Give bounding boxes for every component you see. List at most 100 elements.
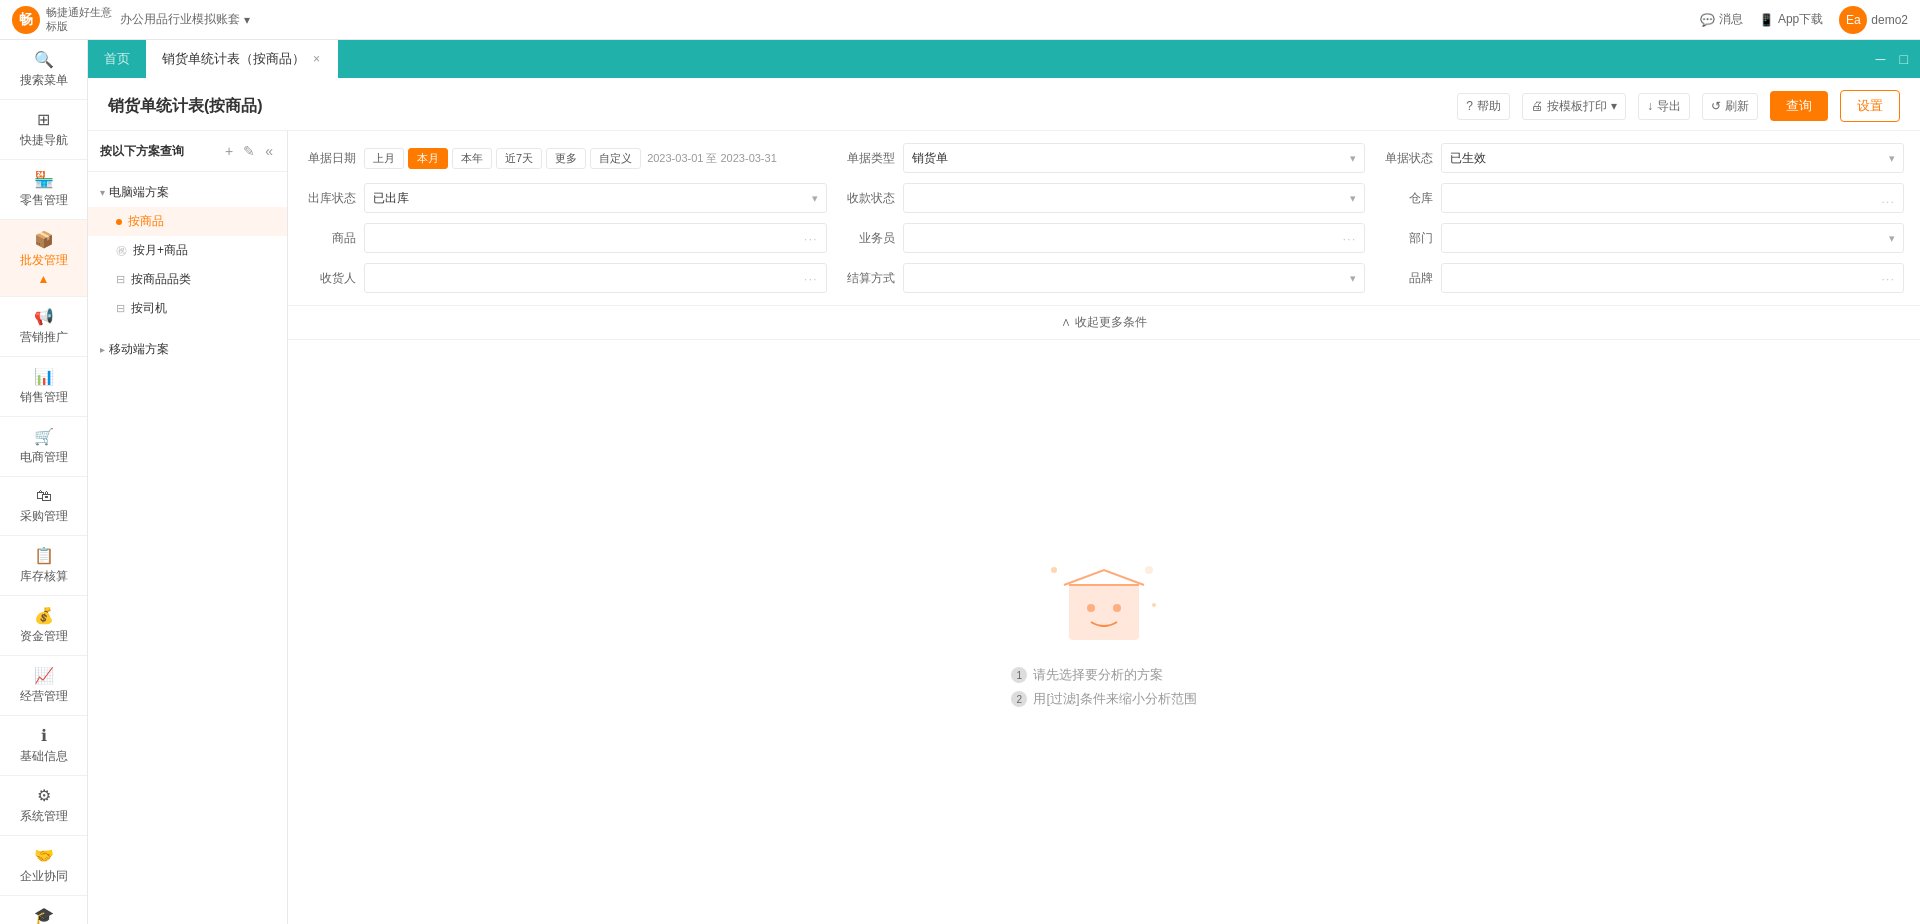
type-select[interactable]: 销货单 (903, 143, 1366, 173)
user-menu[interactable]: Ea demo2 (1839, 6, 1908, 34)
filter-cell-type: 单据类型 销货单 (843, 143, 1366, 173)
page-title: 销货单统计表(按商品) (108, 96, 263, 117)
dept-select[interactable] (1441, 223, 1904, 253)
tab-maximize-button[interactable]: □ (1896, 47, 1912, 71)
scheme-item-by-goods[interactable]: 按商品 (88, 207, 287, 236)
refresh-icon: ↺ (1711, 99, 1721, 113)
scheme-item-driver[interactable]: ⊟ 按司机 (88, 294, 287, 323)
filter-cell-date: 单据日期 上月 本月 本年 近7天 更多 自定义 (304, 148, 827, 169)
outstatus-select[interactable]: 已出库 (364, 183, 827, 213)
inventory-icon: 📋 (34, 546, 54, 565)
export-icon: ↓ (1647, 99, 1653, 113)
goods-dots-icon: ··· (804, 231, 818, 246)
date-more-button[interactable]: 更多 (546, 148, 586, 169)
desktop-scheme-group-header[interactable]: ▾ 电脑端方案 (88, 178, 287, 207)
filter-cell-status: 单据状态 已生效 (1381, 143, 1904, 173)
sidebar-item-marketing[interactable]: 📢 营销推广 (0, 297, 87, 357)
tab-bar: 首页 销货单统计表（按商品） × ─ □ (88, 40, 1920, 78)
top-header-left: 畅 畅捷通好生意 标版 办公用品行业模拟账套 ▾ (12, 6, 250, 34)
scheme-item-month-goods[interactable]: ㊗ 按月+商品 (88, 236, 287, 265)
status-label: 单据状态 (1381, 150, 1433, 167)
logo-area: 畅 畅捷通好生意 标版 (12, 6, 112, 34)
filter-row-2: 出库状态 已出库 收款状态 (304, 183, 1904, 213)
desktop-scheme-group: ▾ 电脑端方案 按商品 ㊗ 按月+商品 ⊟ 按 (88, 172, 287, 329)
staff-dots-icon: ··· (1342, 231, 1356, 246)
print-icon: 🖨 (1531, 99, 1543, 113)
breadcrumb: 办公用品行业模拟账套 ▾ (120, 11, 250, 28)
chevron-up-icon: ▲ (38, 272, 50, 286)
type-label: 单据类型 (843, 150, 895, 167)
filter-cell-payment: 结算方式 (843, 263, 1366, 293)
filter-cell-goods: 商品 ··· (304, 223, 827, 253)
left-panel-header: 按以下方案查询 + ✎ « (88, 131, 287, 172)
left-panel-actions: + ✎ « (223, 141, 275, 161)
sidebar-item-retail[interactable]: 🏪 零售管理 (0, 160, 87, 220)
goods-label: 商品 (304, 230, 356, 247)
page-actions: ? 帮助 🖨 按模板打印 ▾ ↓ 导出 ↺ 刷新 (1457, 90, 1900, 122)
sidebar-item-newguide[interactable]: 🎓 新手引导 (0, 896, 87, 924)
sidebar-item-search[interactable]: 🔍 搜索菜单 (0, 40, 87, 100)
retail-icon: 🏪 (34, 170, 54, 189)
print-button[interactable]: 🖨 按模板打印 ▾ (1522, 93, 1626, 120)
sidebar-item-baseinfo[interactable]: ℹ 基础信息 (0, 716, 87, 776)
scheme-item-category[interactable]: ⊟ 按商品品类 (88, 265, 287, 294)
two-panel: 按以下方案查询 + ✎ « ▾ 电脑端方案 (88, 131, 1920, 924)
refresh-button[interactable]: ↺ 刷新 (1702, 93, 1758, 120)
goods-input[interactable]: ··· (364, 223, 827, 253)
settings-button[interactable]: 设置 (1840, 90, 1900, 122)
scheme-icon: ㊗ (116, 243, 127, 258)
sidebar-item-collab[interactable]: 🤝 企业协同 (0, 836, 87, 896)
date-label: 单据日期 (304, 150, 356, 167)
tab-active[interactable]: 销货单统计表（按商品） × (146, 40, 338, 78)
tab-home[interactable]: 首页 (88, 40, 146, 78)
help-button[interactable]: ? 帮助 (1457, 93, 1510, 120)
sidebar-item-inventory[interactable]: 📋 库存核算 (0, 536, 87, 596)
date-cur-month-button[interactable]: 本月 (408, 148, 448, 169)
receiver-dots-icon: ··· (804, 271, 818, 286)
tab-close-button[interactable]: × (311, 50, 322, 68)
message-button[interactable]: 💬 消息 (1700, 11, 1743, 28)
filter-row-3: 商品 ··· 业务员 ··· (304, 223, 1904, 253)
sidebar-item-ecommerce[interactable]: 🛒 电商管理 (0, 417, 87, 477)
svg-point-4 (1051, 567, 1057, 573)
sidebar-item-quicknav[interactable]: ⊞ 快捷导航 (0, 100, 87, 160)
add-scheme-button[interactable]: + (223, 141, 235, 161)
date-prev-month-button[interactable]: 上月 (364, 148, 404, 169)
date-custom-button[interactable]: 自定义 (590, 148, 641, 169)
collapse-filter-button[interactable]: ∧ 收起更多条件 (288, 306, 1920, 340)
staff-input[interactable]: ··· (903, 223, 1366, 253)
mobile-scheme-group-header[interactable]: ▸ 移动端方案 (88, 335, 287, 364)
warehouse-input[interactable]: ... (1441, 183, 1904, 213)
export-button[interactable]: ↓ 导出 (1638, 93, 1690, 120)
app-download-button[interactable]: 📱 App下载 (1759, 11, 1823, 28)
edit-scheme-button[interactable]: ✎ (241, 141, 257, 161)
brand-input[interactable]: ··· (1441, 263, 1904, 293)
query-button[interactable]: 查询 (1770, 91, 1828, 121)
receiver-input[interactable]: ··· (364, 263, 827, 293)
status-chevron-down-icon (1889, 152, 1895, 165)
paystatus-select[interactable] (903, 183, 1366, 213)
download-icon: 📱 (1759, 13, 1774, 27)
date-7days-button[interactable]: 近7天 (496, 148, 542, 169)
filter-cell-dept: 部门 (1381, 223, 1904, 253)
sidebar-item-system[interactable]: ⚙ 系统管理 (0, 776, 87, 836)
date-range-text: 2023-03-01 至 2023-03-31 (647, 151, 777, 166)
payment-select[interactable] (903, 263, 1366, 293)
empty-tip-2: 2 用[过滤]条件来缩小分析范围 (1011, 690, 1196, 708)
outstatus-label: 出库状态 (304, 190, 356, 207)
tab-bar-right: ─ □ (1872, 47, 1920, 71)
mobile-scheme-group: ▸ 移动端方案 (88, 329, 287, 370)
message-icon: 💬 (1700, 13, 1715, 27)
sidebar-item-operation[interactable]: 📈 经营管理 (0, 656, 87, 716)
logo-text: 畅捷通好生意 标版 (46, 6, 112, 32)
sidebar-item-finance[interactable]: 💰 资金管理 (0, 596, 87, 656)
collab-icon: 🤝 (34, 846, 54, 865)
sidebar-item-sales[interactable]: 📊 销售管理 (0, 357, 87, 417)
sidebar-item-purchase[interactable]: 🛍 采购管理 (0, 477, 87, 536)
collapse-panel-button[interactable]: « (263, 141, 275, 161)
date-year-button[interactable]: 本年 (452, 148, 492, 169)
sidebar-item-wholesale[interactable]: 📦 批发管理 ▲ (0, 220, 87, 297)
svg-point-2 (1087, 604, 1095, 612)
status-select[interactable]: 已生效 (1441, 143, 1904, 173)
tab-minimize-button[interactable]: ─ (1872, 47, 1890, 71)
